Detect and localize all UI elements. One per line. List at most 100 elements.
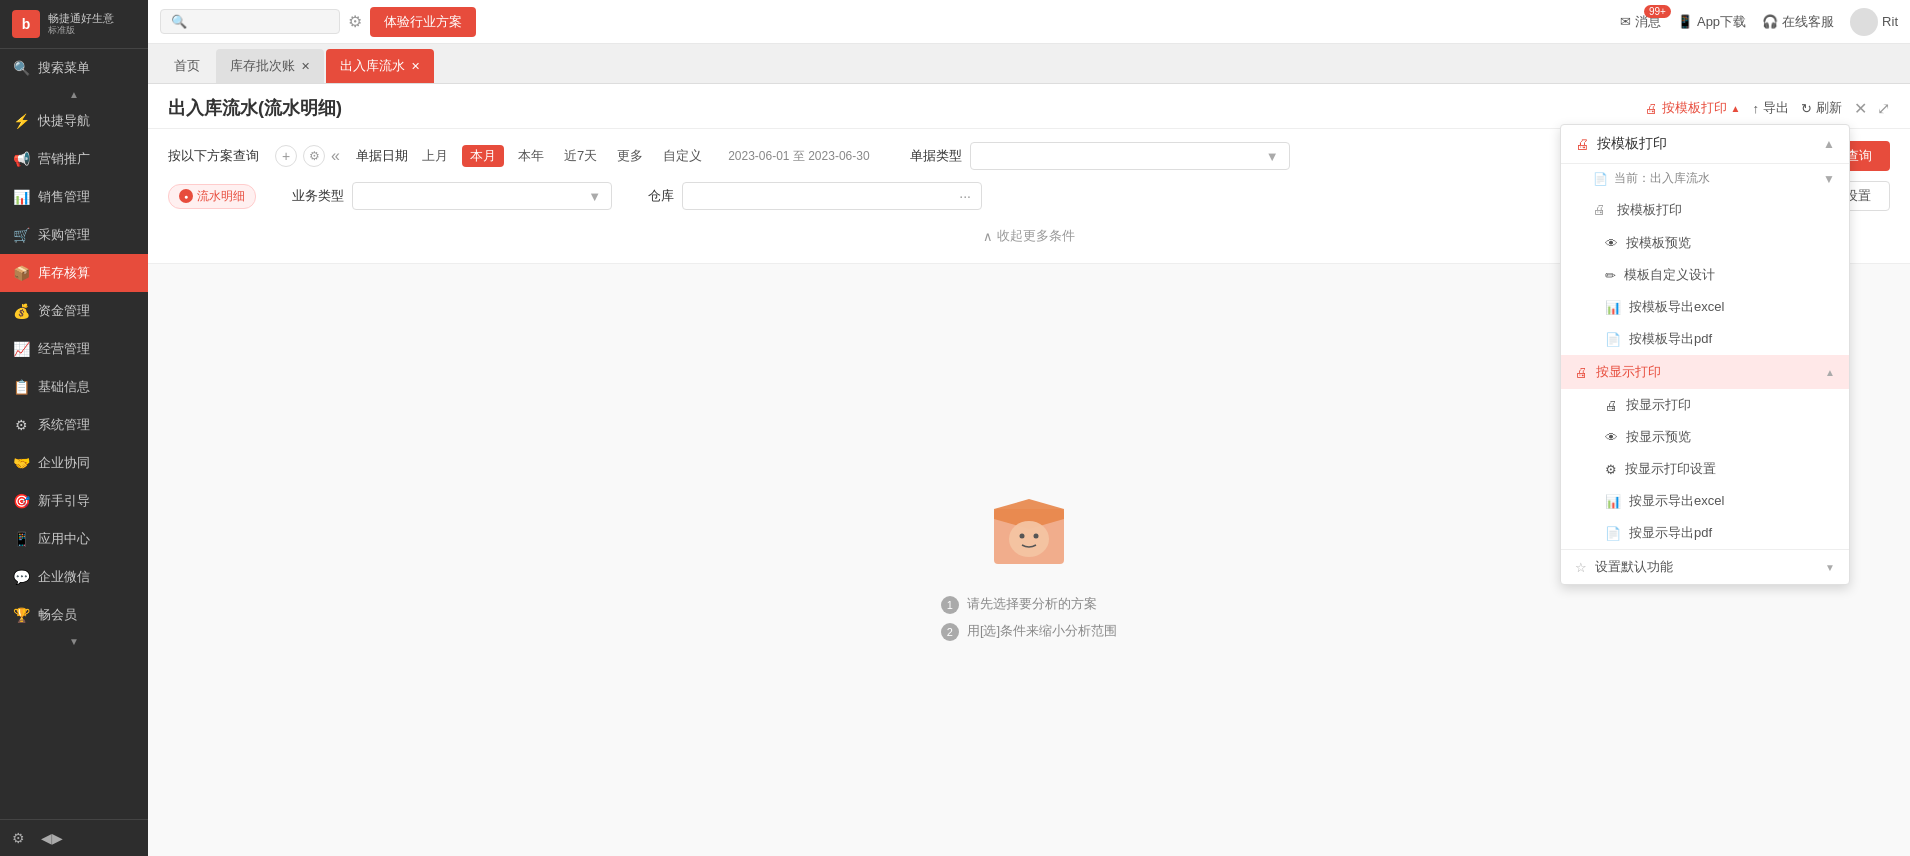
sidebar-item-member[interactable]: 🏆 畅会员 xyxy=(0,596,148,634)
display-settings-icon: ⚙ xyxy=(1605,462,1617,477)
date-btn-custom[interactable]: 自定义 xyxy=(657,145,708,167)
settings-icon[interactable]: ⚙ xyxy=(12,830,25,846)
refresh-btn[interactable]: ↻ 刷新 xyxy=(1801,99,1842,117)
topbar-gear-icon[interactable]: ⚙ xyxy=(348,12,362,31)
headset-icon: 🎧 xyxy=(1762,14,1778,29)
business-type-label: 业务类型 xyxy=(292,187,344,205)
dropdown-collapse-icon[interactable]: ▲ xyxy=(1823,137,1835,151)
sidebar-item-marketing[interactable]: 📢 营销推广 xyxy=(0,140,148,178)
doc-type-value xyxy=(981,147,994,165)
topbar-search-box[interactable]: 🔍 xyxy=(160,9,340,34)
page-header: 出入库流水(流水明细) 🖨 按模板打印 ▲ ↑ 导出 ↻ 刷新 ✕ xyxy=(148,84,1910,129)
dropdown-display-preview[interactable]: 👁 按显示预览 xyxy=(1561,421,1849,453)
member-icon: 🏆 xyxy=(12,607,30,623)
dropdown-display-print-settings[interactable]: ⚙ 按显示打印设置 xyxy=(1561,453,1849,485)
date-btn-last-month[interactable]: 上月 xyxy=(416,145,454,167)
warehouse-select[interactable]: ··· xyxy=(682,182,982,210)
dropdown-set-default[interactable]: ☆ 设置默认功能 ▼ xyxy=(1561,549,1849,584)
display-print-icon: 🖨 xyxy=(1605,398,1618,413)
message-icon: ✉ xyxy=(1620,14,1631,29)
svg-point-4 xyxy=(1009,521,1049,557)
sidebar-item-sales[interactable]: 📊 销售管理 xyxy=(0,178,148,216)
tab-in-out-flow-close[interactable]: ✕ xyxy=(411,60,420,73)
tab-in-out-flow[interactable]: 出入库流水 ✕ xyxy=(326,49,434,83)
search-icon: 🔍 xyxy=(12,60,30,76)
template-custom-icon: ✏ xyxy=(1605,268,1616,283)
scroll-down-arrow[interactable]: ▼ xyxy=(69,636,79,647)
collapse-icon: ∧ xyxy=(983,229,993,244)
tab-batch-account[interactable]: 库存批次账 ✕ xyxy=(216,49,324,83)
operation-icon: 📈 xyxy=(12,341,30,357)
sidebar-item-app-center[interactable]: 📱 应用中心 xyxy=(0,520,148,558)
online-service-btn[interactable]: 🎧 在线客服 xyxy=(1762,13,1834,31)
sidebar-item-cooperation[interactable]: 🤝 企业协同 xyxy=(0,444,148,482)
topbar-left: 🔍 ⚙ 体验行业方案 xyxy=(160,7,1612,37)
date-btn-this-year[interactable]: 本年 xyxy=(512,145,550,167)
app-download-btn[interactable]: 📱 App下载 xyxy=(1677,13,1746,31)
date-filter: 单据日期 上月 本月 本年 近7天 更多 自定义 xyxy=(356,145,708,167)
export-icon: ↑ xyxy=(1753,101,1760,116)
guide-icon: 🎯 xyxy=(12,493,30,509)
filter-add-btn[interactable]: + xyxy=(275,145,297,167)
collapse-sidebar-icon[interactable]: ◀▶ xyxy=(41,830,63,846)
sidebar-item-purchase[interactable]: 🛒 采购管理 xyxy=(0,216,148,254)
dropdown-display-export-excel[interactable]: 📊 按显示导出excel xyxy=(1561,485,1849,517)
doc-type-label: 单据类型 xyxy=(910,147,962,165)
warehouse-more-icon: ··· xyxy=(959,188,971,204)
dropdown-display-print[interactable]: 🖨 按显示打印 xyxy=(1561,389,1849,421)
dropdown-display-export-pdf[interactable]: 📄 按显示导出pdf xyxy=(1561,517,1849,549)
dropdown-template-print[interactable]: 🖨 按模板打印 xyxy=(1561,193,1849,227)
dropdown-template-export-excel[interactable]: 📊 按模板导出excel xyxy=(1561,291,1849,323)
topbar: 🔍 ⚙ 体验行业方案 ✉ 消息 99+ 📱 App下载 🎧 在线客服 Ri xyxy=(148,0,1910,44)
date-btn-this-month[interactable]: 本月 xyxy=(462,145,504,167)
sidebar-item-inventory[interactable]: 📦 库存核算 xyxy=(0,254,148,292)
user-avatar-area[interactable]: Rit xyxy=(1850,8,1898,36)
app-name: 畅捷通好生意 标准版 xyxy=(48,11,114,37)
sidebar-search[interactable]: 🔍 搜索菜单 xyxy=(0,49,148,87)
step-1-num: 1 xyxy=(941,596,959,614)
doc-type-select[interactable]: ▼ xyxy=(970,142,1290,170)
trial-btn[interactable]: 体验行业方案 xyxy=(370,7,476,37)
date-btn-more[interactable]: 更多 xyxy=(611,145,649,167)
close-panel-icon[interactable]: ✕ xyxy=(1854,99,1867,118)
current-arrow-icon: ▼ xyxy=(1823,172,1835,186)
sidebar-item-system[interactable]: ⚙ 系统管理 xyxy=(0,406,148,444)
export-btn[interactable]: ↑ 导出 xyxy=(1753,99,1790,117)
scroll-up-arrow[interactable]: ▲ xyxy=(69,89,79,100)
set-default-icon: ☆ xyxy=(1575,560,1587,575)
expand-icon[interactable]: ⤢ xyxy=(1877,99,1890,118)
print-template-btn[interactable]: 🖨 按模板打印 ▲ xyxy=(1645,99,1741,117)
date-btn-7days[interactable]: 近7天 xyxy=(558,145,603,167)
empty-step-1: 1 请先选择要分析的方案 xyxy=(941,595,1117,614)
avatar xyxy=(1850,8,1878,36)
dropdown-display-print-section[interactable]: 🖨 按显示打印 ▲ xyxy=(1561,355,1849,389)
svg-text:●: ● xyxy=(184,193,188,200)
flow-detail-tag[interactable]: ● 流水明细 xyxy=(168,184,256,209)
sidebar-item-quick-nav[interactable]: ⚡ 快捷导航 xyxy=(0,102,148,140)
filter-settings-btn[interactable]: ⚙ xyxy=(303,145,325,167)
refresh-icon: ↻ xyxy=(1801,101,1812,116)
sidebar-item-finance[interactable]: 💰 资金管理 xyxy=(0,292,148,330)
window-controls: ✕ ⤢ xyxy=(1854,99,1890,118)
sidebar-item-operation[interactable]: 📈 经营管理 xyxy=(0,330,148,368)
business-type-value xyxy=(363,187,376,205)
message-btn[interactable]: ✉ 消息 99+ xyxy=(1620,13,1661,31)
main-content: 🔍 ⚙ 体验行业方案 ✉ 消息 99+ 📱 App下载 🎧 在线客服 Ri xyxy=(148,0,1910,856)
dropdown-template-preview[interactable]: 👁 按模板预览 xyxy=(1561,227,1849,259)
filter-collapse-btn[interactable]: « xyxy=(331,147,340,165)
dropdown-template-custom[interactable]: ✏ 模板自定义设计 xyxy=(1561,259,1849,291)
business-type-select[interactable]: ▼ xyxy=(352,182,612,210)
display-pdf-icon: 📄 xyxy=(1605,526,1621,541)
page-actions: 🖨 按模板打印 ▲ ↑ 导出 ↻ 刷新 ✕ ⤢ xyxy=(1645,99,1890,118)
tab-batch-account-close[interactable]: ✕ xyxy=(301,60,310,73)
warehouse-value xyxy=(693,187,706,205)
sidebar: b 畅捷通好生意 标准版 🔍 搜索菜单 ▲ ⚡ 快捷导航 📢 营销推广 📊 销售… xyxy=(0,0,148,856)
sidebar-item-guide[interactable]: 🎯 新手引导 xyxy=(0,482,148,520)
dropdown-template-export-pdf[interactable]: 📄 按模板导出pdf xyxy=(1561,323,1849,355)
svg-point-6 xyxy=(1034,534,1039,539)
sidebar-item-basic-info[interactable]: 📋 基础信息 xyxy=(0,368,148,406)
date-range: 2023-06-01 至 2023-06-30 xyxy=(728,148,869,165)
tab-home[interactable]: 首页 xyxy=(160,49,214,83)
topbar-search-input[interactable] xyxy=(193,15,293,29)
sidebar-item-wechat[interactable]: 💬 企业微信 xyxy=(0,558,148,596)
